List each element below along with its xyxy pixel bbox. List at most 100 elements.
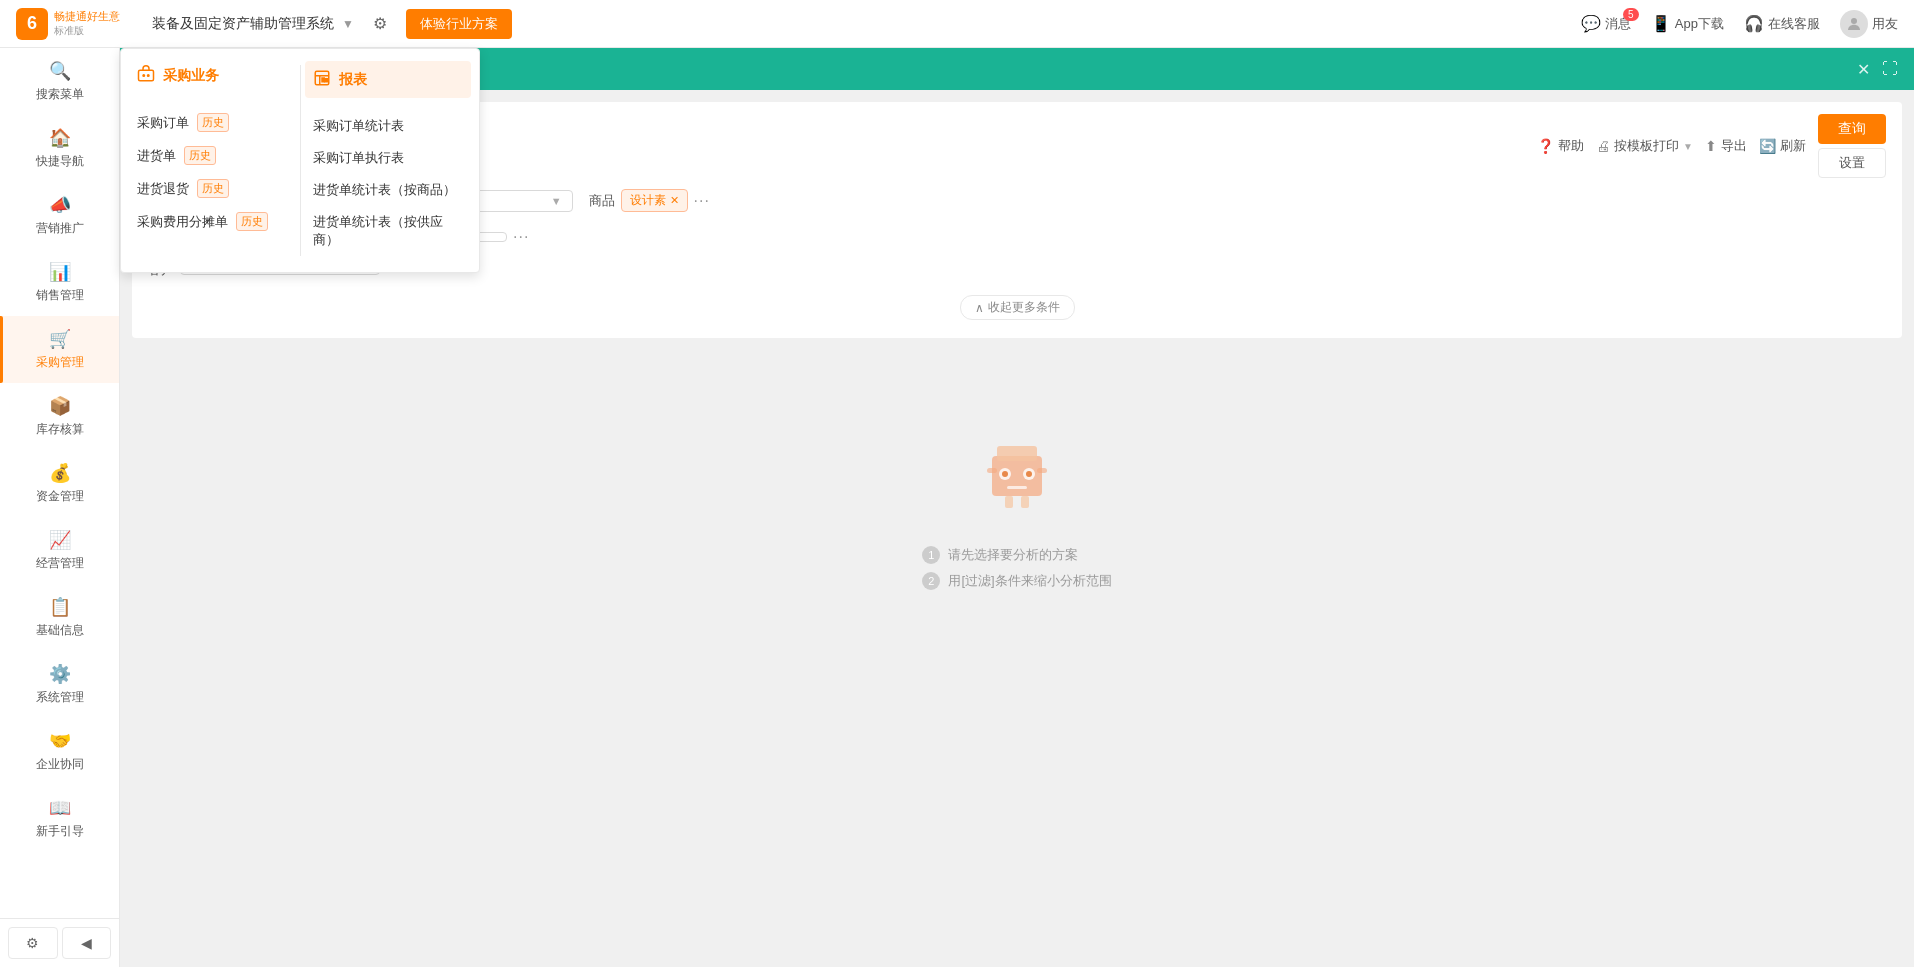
dropdown-item-return[interactable]: 进货退货 历史 [137, 172, 288, 205]
sidebar-item-system[interactable]: ⚙️ 系统管理 [0, 651, 119, 718]
refresh-label: 刷新 [1780, 137, 1806, 155]
collapse-btn[interactable]: ∧ 收起更多条件 [960, 295, 1075, 320]
sidebar-item-guide[interactable]: 📖 新手引导 [0, 785, 119, 852]
sidebar-label-nav: 快捷导航 [36, 153, 84, 170]
dropdown-item-receive-stats-supplier[interactable]: 进货单统计表（按供应商） [313, 206, 464, 256]
header-messages[interactable]: 💬 消息 5 [1581, 14, 1631, 33]
sidebar-item-cooperation[interactable]: 🤝 企业协同 [0, 718, 119, 785]
purchase-col-title: 采购业务 [163, 67, 219, 85]
svg-point-0 [1851, 18, 1857, 24]
sidebar: 🔍 搜索菜单 🏠 快捷导航 📣 营销推广 📊 销售管理 🛒 采购管理 📦 库存核… [0, 48, 120, 967]
header-user[interactable]: 用友 [1840, 10, 1898, 38]
help-icon: ❓ [1537, 138, 1554, 154]
po-exec-label: 采购订单执行表 [313, 149, 404, 167]
reports-col-header: 报表 [305, 61, 472, 98]
sales-icon: 📊 [49, 261, 71, 283]
dropdown-divider [300, 65, 301, 256]
sidebar-collapse-btn[interactable]: ◀ [62, 927, 112, 959]
tab-fullscreen-icon[interactable]: ⛶ [1882, 60, 1898, 78]
purchase-dropdown-menu: 采购业务 采购订单 历史 进货单 历史 进货退货 历史 采购费用分摊单 历史 [120, 48, 480, 273]
sidebar-item-purchase[interactable]: 🛒 采购管理 [0, 316, 119, 383]
operation-icon: 📈 [49, 529, 71, 551]
dropdown-item-receive[interactable]: 进货单 历史 [137, 139, 288, 172]
tip-num-2: 2 [922, 572, 940, 590]
goods-tag-close[interactable]: ✕ [670, 194, 679, 207]
goods-label: 商品 [589, 192, 615, 210]
goods-filter: 商品 设计素 ✕ ··· [589, 189, 710, 212]
logo-sub: 标准版 [54, 24, 120, 38]
dropdown-item-receive-stats-goods[interactable]: 进货单统计表（按商品） [313, 174, 464, 206]
empty-tips: 1 请先选择要分析的方案 2 用[过滤]条件来缩小分析范围 [922, 546, 1111, 590]
empty-illustration [967, 426, 1067, 526]
refresh-action[interactable]: 🔄 刷新 [1759, 137, 1806, 155]
query-btn[interactable]: 查询 [1818, 114, 1886, 144]
sidebar-item-nav[interactable]: 🏠 快捷导航 [0, 115, 119, 182]
dropdown-item-po-stats[interactable]: 采购订单统计表 [313, 110, 464, 142]
tip-1-text: 请先选择要分析的方案 [948, 546, 1078, 564]
sidebar-label-finance: 资金管理 [36, 488, 84, 505]
purchase-order-hist: 历史 [197, 113, 229, 132]
sidebar-item-operation[interactable]: 📈 经营管理 [0, 517, 119, 584]
svg-point-13 [143, 75, 145, 77]
online-service-label: 在线客服 [1768, 15, 1820, 33]
system-dropdown-icon[interactable]: ▼ [342, 17, 354, 31]
expense-hist: 历史 [236, 212, 268, 231]
system-settings-icon[interactable]: ⚙ [366, 10, 394, 38]
finance-icon: 💰 [49, 462, 71, 484]
sidebar-item-basic[interactable]: 📋 基础信息 [0, 584, 119, 651]
empty-tip-2: 2 用[过滤]条件来缩小分析范围 [922, 572, 1111, 590]
svg-rect-10 [1005, 496, 1013, 508]
reports-col: 报表 采购订单统计表 采购订单执行表 进货单统计表（按商品） 进货单统计表（按供… [313, 65, 464, 256]
collapse-row: ∧ 收起更多条件 [148, 289, 1886, 326]
message-icon: 💬 [1581, 14, 1601, 33]
industry-btn[interactable]: 体验行业方案 [406, 9, 512, 39]
tip-2-text: 用[过滤]条件来缩小分析范围 [948, 572, 1111, 590]
sidebar-item-sales[interactable]: 📊 销售管理 [0, 249, 119, 316]
dropdown-cols: 采购业务 采购订单 历史 进货单 历史 进货退货 历史 采购费用分摊单 历史 [137, 65, 463, 256]
goods-ellipsis-btn[interactable]: ··· [694, 192, 710, 210]
sidebar-label-system: 系统管理 [36, 689, 84, 706]
print-icon: 🖨 [1596, 138, 1610, 154]
svg-rect-9 [1037, 468, 1047, 473]
empty-tip-1: 1 请先选择要分析的方案 [922, 546, 1111, 564]
reports-col-title: 报表 [339, 71, 367, 89]
return-hist: 历史 [197, 179, 229, 198]
sidebar-item-search[interactable]: 🔍 搜索菜单 [0, 48, 119, 115]
message-badge: 5 [1623, 8, 1639, 21]
logo-icon: 6 [16, 8, 48, 40]
svg-rect-16 [322, 78, 324, 82]
dropdown-item-purchase-order[interactable]: 采购订单 历史 [137, 106, 288, 139]
po-stats-label: 采购订单统计表 [313, 117, 404, 135]
sidebar-label-marketing: 营销推广 [36, 220, 84, 237]
svg-point-6 [1026, 471, 1032, 477]
sidebar-settings-btn[interactable]: ⚙ [8, 927, 58, 959]
sidebar-item-finance[interactable]: 💰 资金管理 [0, 450, 119, 517]
cooperation-icon: 🤝 [49, 730, 71, 752]
header-online-service[interactable]: 🎧 在线客服 [1744, 14, 1820, 33]
header-app-download[interactable]: 📱 App下载 [1651, 14, 1724, 33]
refresh-icon: 🔄 [1759, 138, 1776, 154]
dropdown-item-po-exec[interactable]: 采购订单执行表 [313, 142, 464, 174]
sidebar-item-inventory[interactable]: 📦 库存核算 [0, 383, 119, 450]
goods-tag-label: 设计素 [630, 192, 666, 209]
export-icon: ⬆ [1705, 138, 1717, 154]
tab-close-all-icon[interactable]: ✕ [1857, 60, 1870, 79]
header-system-name: 装备及固定资产辅助管理系统 ▼ ⚙ [152, 10, 394, 38]
export-action[interactable]: ⬆ 导出 [1705, 137, 1747, 155]
svg-rect-11 [1021, 496, 1029, 508]
print-action[interactable]: 🖨 按模板打印 ▼ [1596, 137, 1693, 155]
expense-label: 采购费用分摊单 [137, 213, 228, 231]
sidebar-item-marketing[interactable]: 📣 营销推广 [0, 182, 119, 249]
purchase-col: 采购业务 采购订单 历史 进货单 历史 进货退货 历史 采购费用分摊单 历史 [137, 65, 288, 256]
settings-btn[interactable]: 设置 [1818, 148, 1886, 178]
doc-status-chevron: ▼ [551, 195, 562, 207]
help-action[interactable]: ❓ 帮助 [1537, 137, 1584, 155]
salesperson-ellipsis[interactable]: ··· [513, 228, 529, 246]
system-name-text: 装备及固定资产辅助管理系统 [152, 15, 334, 33]
tab-right-icons: ✕ ⛶ [1857, 60, 1914, 79]
dropdown-item-expense[interactable]: 采购费用分摊单 历史 [137, 205, 288, 238]
user-avatar [1840, 10, 1868, 38]
purchase-icon: 🛒 [49, 328, 71, 350]
svg-rect-7 [1007, 486, 1027, 489]
print-dropdown-icon: ▼ [1683, 141, 1693, 152]
